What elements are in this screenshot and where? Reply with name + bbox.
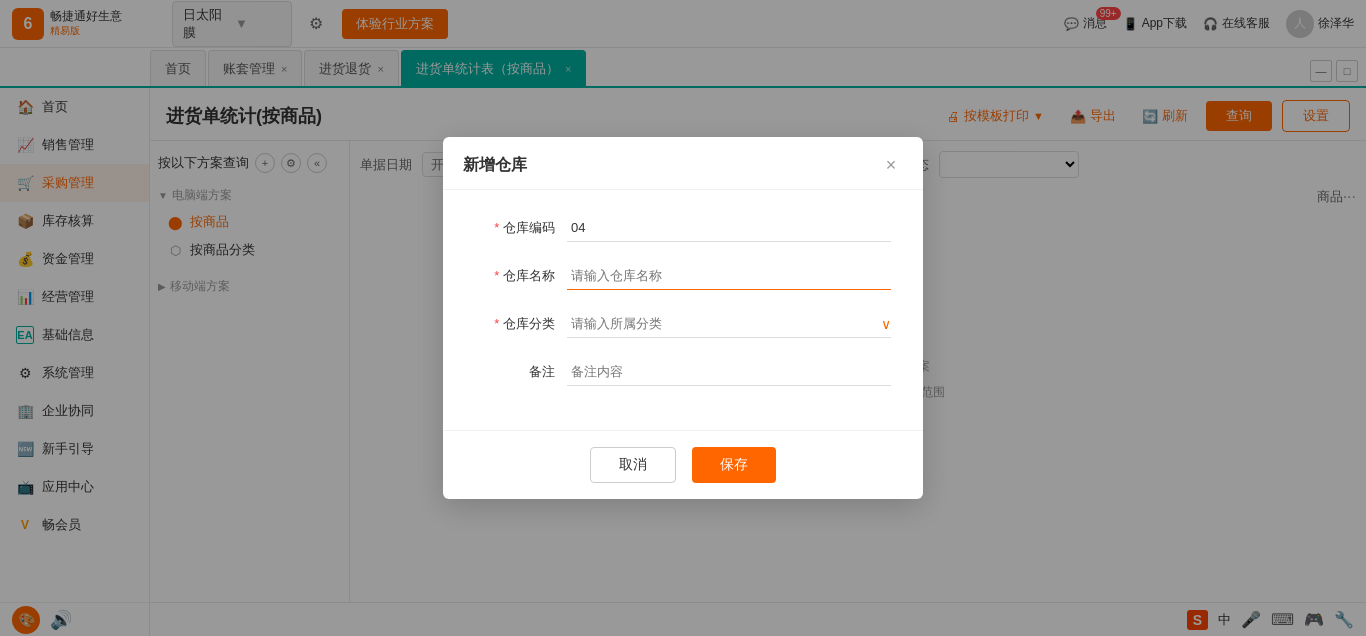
save-button[interactable]: 保存 [692,447,776,483]
cancel-button[interactable]: 取消 [590,447,676,483]
warehouse-category-label: 仓库分类 [475,315,555,333]
warehouse-category-arrow[interactable]: ∨ [881,316,891,332]
remark-input[interactable] [567,358,891,386]
modal-title: 新增仓库 [463,155,527,176]
warehouse-modal: 新增仓库 × 仓库编码 仓库名称 仓库分类 ∨ [443,137,923,499]
modal-body: 仓库编码 仓库名称 仓库分类 ∨ 备注 [443,190,923,430]
modal-overlay: 新增仓库 × 仓库编码 仓库名称 仓库分类 ∨ [0,0,1366,636]
warehouse-category-wrapper: ∨ [567,310,891,338]
modal-footer: 取消 保存 [443,430,923,499]
remark-row: 备注 [475,358,891,386]
warehouse-name-row: 仓库名称 [475,262,891,290]
remark-label: 备注 [475,363,555,381]
warehouse-code-input[interactable] [567,214,891,242]
warehouse-code-row: 仓库编码 [475,214,891,242]
warehouse-category-input[interactable] [567,310,881,337]
warehouse-category-row: 仓库分类 ∨ [475,310,891,338]
warehouse-code-label: 仓库编码 [475,219,555,237]
warehouse-name-label: 仓库名称 [475,267,555,285]
warehouse-name-input[interactable] [567,262,891,290]
modal-close-button[interactable]: × [879,153,903,177]
modal-header: 新增仓库 × [443,137,923,190]
